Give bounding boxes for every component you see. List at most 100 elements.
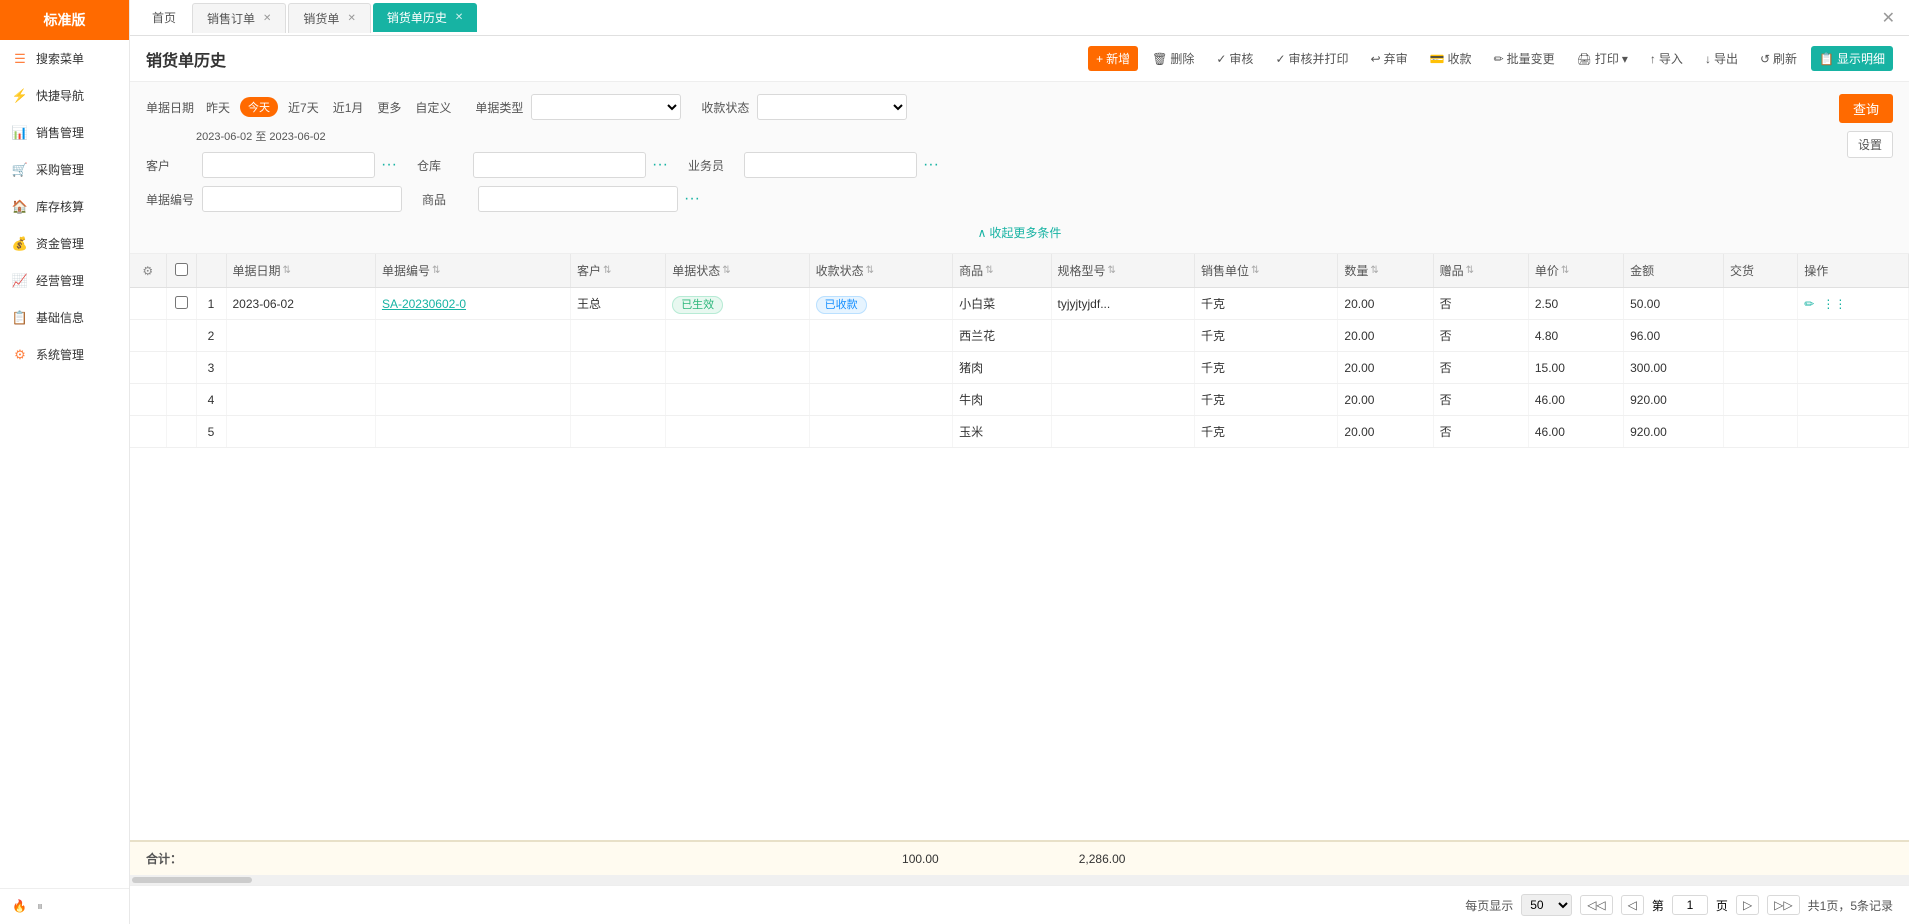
- next-page-button[interactable]: ▷: [1736, 895, 1759, 915]
- date-filters: 昨天 今天 近7天 近1月 更多 自定义: [202, 97, 455, 118]
- th-goods[interactable]: 商品 ⇅: [953, 254, 1051, 288]
- th-customer[interactable]: 客户 ⇅: [570, 254, 665, 288]
- custom-btn[interactable]: 自定义: [411, 97, 455, 118]
- import-button[interactable]: ↑ 导入: [1642, 46, 1691, 71]
- tab-sales-delivery[interactable]: 销货单 ✕: [288, 3, 370, 33]
- th-gift[interactable]: 赠品 ⇅: [1433, 254, 1528, 288]
- row-spec-type: [1051, 320, 1194, 352]
- batch-change-button[interactable]: ✏ 批量变更: [1486, 46, 1563, 71]
- pagination: 每页显示 50 100 200 ◁◁ ◁ 第 页 ▷ ▷▷ 共1页，5条记录: [130, 885, 1909, 924]
- last7-btn[interactable]: 近7天: [284, 97, 323, 118]
- th-doc-status[interactable]: 单据状态 ⇅: [666, 254, 809, 288]
- export-button[interactable]: ↓ 导出: [1697, 46, 1746, 71]
- query-button[interactable]: 查询: [1839, 94, 1893, 123]
- last1month-btn[interactable]: 近1月: [329, 97, 368, 118]
- yesterday-btn[interactable]: 昨天: [202, 97, 234, 118]
- customer-ellipsis[interactable]: ···: [381, 156, 397, 174]
- fire-icon[interactable]: 🔥: [12, 899, 27, 914]
- footer-totals: 100.00 2,286.00: [202, 852, 1125, 866]
- payment-status-select[interactable]: [757, 94, 907, 120]
- th-quantity[interactable]: 数量 ⇅: [1338, 254, 1433, 288]
- more-btn[interactable]: 更多: [373, 97, 405, 118]
- doc-type-select[interactable]: [531, 94, 681, 120]
- row-quantity: 20.00: [1338, 320, 1433, 352]
- row-checkbox[interactable]: [175, 296, 188, 309]
- receive-button[interactable]: 💳 收款: [1422, 46, 1480, 71]
- row-goods: 西兰花: [953, 320, 1051, 352]
- goods-input[interactable]: [478, 186, 678, 212]
- row-goods: 小白菜: [953, 288, 1051, 320]
- new-button[interactable]: + 新增: [1088, 46, 1138, 71]
- horizontal-scrollbar[interactable]: [130, 875, 1909, 885]
- th-settings[interactable]: ⚙: [130, 254, 166, 288]
- finance-icon: 💰: [12, 236, 28, 252]
- select-all-checkbox[interactable]: [175, 263, 188, 276]
- doc-no-link[interactable]: SA-20230602-0: [382, 297, 466, 311]
- row-amount: 96.00: [1624, 320, 1724, 352]
- print-button[interactable]: 🖨 打印 ▾: [1569, 46, 1636, 71]
- review-print-icon: ✓: [1275, 52, 1285, 66]
- warehouse-ellipsis[interactable]: ···: [652, 156, 668, 174]
- th-unit-price[interactable]: 单价 ⇅: [1528, 254, 1623, 288]
- goods-ellipsis[interactable]: ···: [684, 190, 700, 208]
- salesperson-input[interactable]: [744, 152, 917, 178]
- goods-filter: 商品 ···: [422, 186, 700, 212]
- sidebar-item-sys-mgmt[interactable]: ⚙ 系统管理: [0, 336, 129, 373]
- window-close-button[interactable]: ✕: [1876, 8, 1901, 28]
- row-checkbox-cell: [166, 384, 196, 416]
- doc-no-label: 单据编号: [146, 191, 196, 208]
- tab-sales-history[interactable]: 销货单历史 ✕: [373, 3, 477, 32]
- settings-button[interactable]: 设置: [1847, 131, 1893, 158]
- sidebar-item-sales-mgmt[interactable]: 📊 销售管理: [0, 114, 129, 151]
- doc-no-input[interactable]: [202, 186, 402, 212]
- salesperson-ellipsis[interactable]: ···: [923, 156, 939, 174]
- scroll-thumb[interactable]: [132, 877, 252, 883]
- row-num: 4: [196, 384, 226, 416]
- th-doc-date[interactable]: 单据日期 ⇅: [226, 254, 375, 288]
- sidebar-item-basic-info[interactable]: 📋 基础信息: [0, 299, 129, 336]
- th-delivery: 交货: [1723, 254, 1797, 288]
- customer-input[interactable]: [202, 152, 375, 178]
- tab-sales-delivery-close[interactable]: ✕: [347, 13, 355, 24]
- tab-home[interactable]: 首页: [138, 3, 190, 32]
- review-print-button[interactable]: ✓ 审核并打印: [1267, 46, 1356, 71]
- row-gift: 否: [1433, 416, 1528, 448]
- sidebar-item-purchase-mgmt[interactable]: 🛒 采购管理: [0, 151, 129, 188]
- toggle-filter-btn[interactable]: ∧ 收起更多条件: [146, 224, 1893, 241]
- tab-sales-history-close[interactable]: ✕: [455, 12, 463, 23]
- pause-icon[interactable]: ⏸: [37, 899, 43, 914]
- sidebar-item-search-menu[interactable]: ☰ 搜索菜单: [0, 40, 129, 77]
- prev-page-button[interactable]: ◁: [1621, 895, 1644, 915]
- sidebar-item-quick-nav[interactable]: ⚡ 快捷导航: [0, 77, 129, 114]
- last-page-button[interactable]: ▷▷: [1767, 895, 1799, 915]
- page-header: 销货单历史 + 新增 🗑 删除 ✓ 审核 ✓ 审核并打印: [130, 36, 1909, 82]
- refresh-button[interactable]: ↺ 刷新: [1752, 46, 1805, 71]
- sort-gift-icon: ⇅: [1466, 265, 1474, 276]
- row-spec-type: tyjyjtyjdf...: [1051, 288, 1194, 320]
- row-quantity: 20.00: [1338, 288, 1433, 320]
- sidebar-item-inventory[interactable]: 🏠 库存核算: [0, 188, 129, 225]
- th-spec-type[interactable]: 规格型号 ⇅: [1051, 254, 1194, 288]
- per-page-select[interactable]: 50 100 200: [1521, 894, 1572, 916]
- review-button[interactable]: ✓ 审核: [1208, 46, 1261, 71]
- abandon-button[interactable]: ↩ 弃审: [1363, 46, 1416, 71]
- th-payment-status[interactable]: 收款状态 ⇅: [809, 254, 952, 288]
- row-settings: [130, 352, 166, 384]
- edit-action[interactable]: ✏: [1804, 297, 1814, 311]
- today-btn[interactable]: 今天: [240, 97, 278, 117]
- row-quantity: 20.00: [1338, 352, 1433, 384]
- more-action[interactable]: ⋮⋮: [1822, 297, 1846, 311]
- warehouse-input[interactable]: [473, 152, 646, 178]
- sidebar-item-ops-mgmt[interactable]: 📈 经营管理: [0, 262, 129, 299]
- search-menu-icon: ☰: [12, 51, 28, 67]
- tab-sales-order-close[interactable]: ✕: [263, 13, 271, 24]
- page-input[interactable]: [1672, 895, 1708, 915]
- tab-sales-order[interactable]: 销售订单 ✕: [192, 3, 286, 33]
- first-page-button[interactable]: ◁◁: [1580, 895, 1612, 915]
- sort-unit-price-icon: ⇅: [1561, 265, 1569, 276]
- show-details-button[interactable]: 📋 显示明细: [1811, 46, 1893, 71]
- th-doc-no[interactable]: 单据编号 ⇅: [375, 254, 570, 288]
- delete-button[interactable]: 🗑 删除: [1144, 46, 1202, 71]
- sidebar-item-finance[interactable]: 💰 资金管理: [0, 225, 129, 262]
- th-sales-unit[interactable]: 销售单位 ⇅: [1194, 254, 1337, 288]
